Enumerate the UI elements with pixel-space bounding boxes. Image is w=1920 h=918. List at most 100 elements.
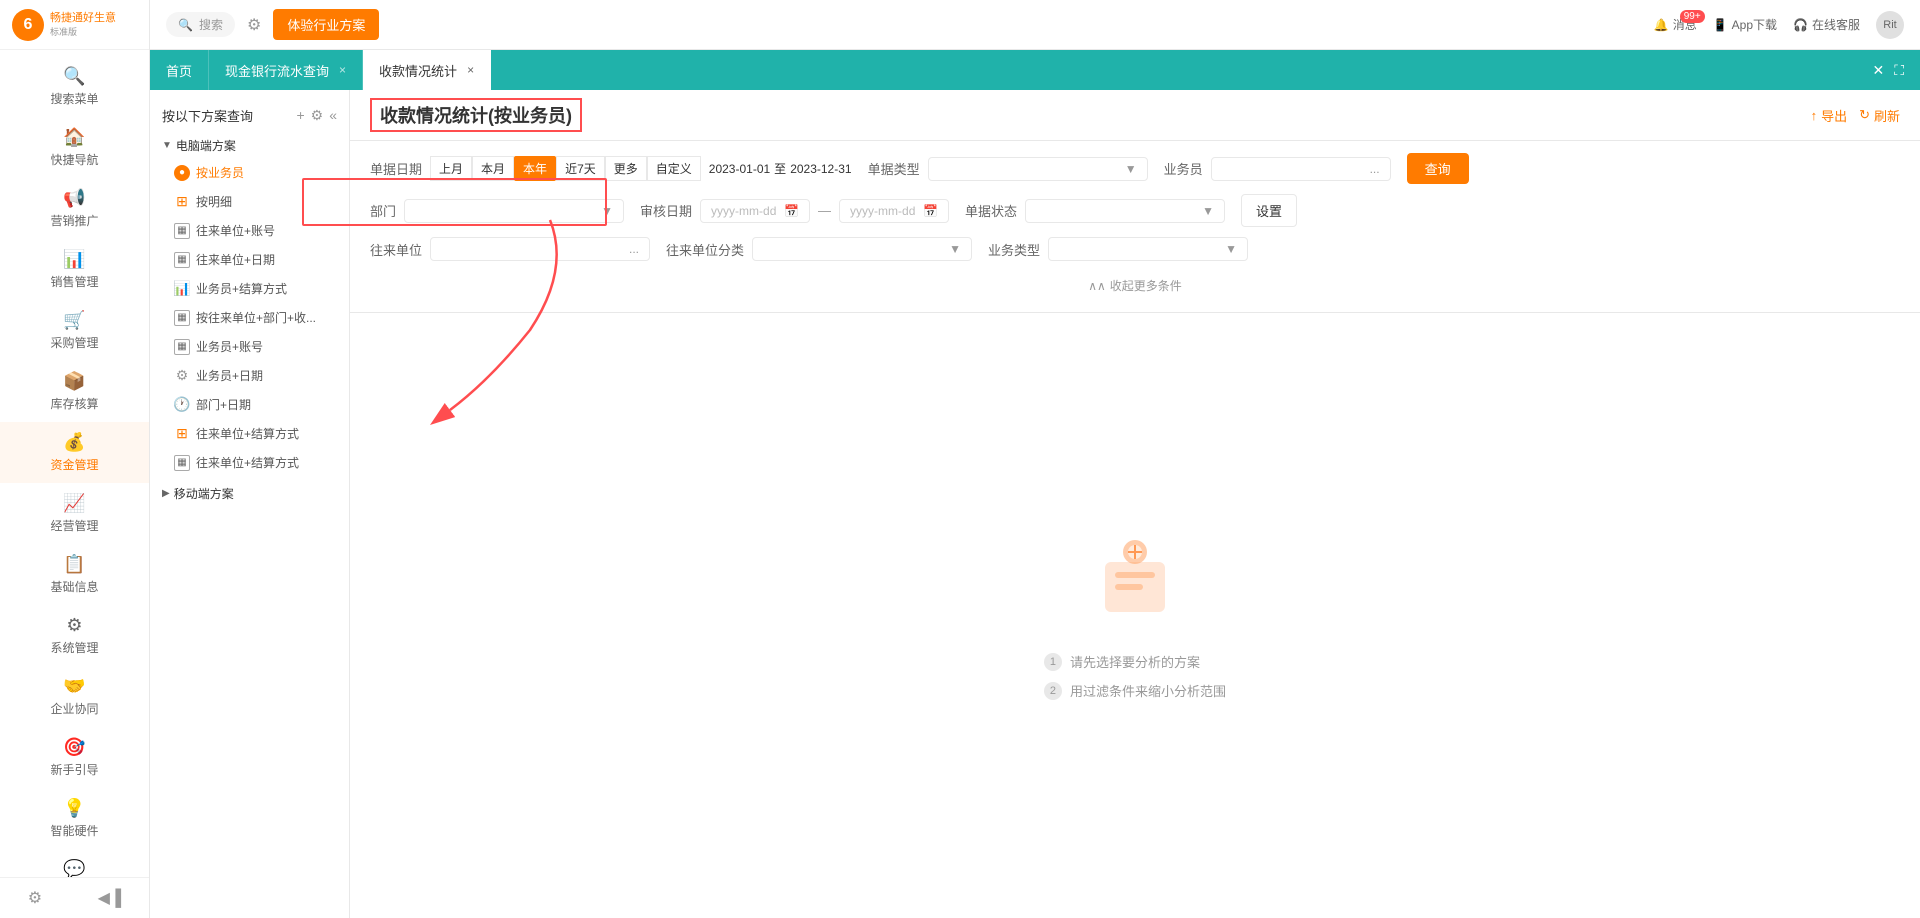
filter-item-doc-type: 单据类型 ▼ bbox=[868, 157, 1148, 181]
plan-settings-btn[interactable]: ⚙ bbox=[311, 107, 324, 124]
sidebar-item-operation[interactable]: 📈 经营管理 bbox=[0, 483, 149, 544]
search-icon: 🔍 bbox=[178, 18, 193, 32]
review-date-from[interactable]: yyyy-mm-dd 📅 bbox=[700, 199, 810, 223]
online-service-btn[interactable]: 🎧 在线客服 bbox=[1793, 16, 1860, 33]
maximize-window-icon[interactable]: ⛶ bbox=[1894, 62, 1904, 79]
logo-text: 畅捷通好生意 标准版 bbox=[50, 11, 116, 38]
plan-item-partner-dept-receipt[interactable]: ▦ 按往来单位+部门+收... bbox=[150, 303, 349, 332]
partner-category-select[interactable]: ▼ bbox=[752, 237, 972, 261]
doc-type-select[interactable]: ▼ bbox=[928, 157, 1148, 181]
review-date-to[interactable]: yyyy-mm-dd 📅 bbox=[839, 199, 949, 223]
tab-home[interactable]: 首页 bbox=[150, 50, 209, 90]
close-window-icon[interactable]: ✕ bbox=[1872, 62, 1884, 79]
basic-icon: 📋 bbox=[63, 554, 85, 575]
left-panel-header: 按以下方案查询 + ⚙ « bbox=[150, 100, 349, 133]
plan-group-mobile-title[interactable]: ▶ 移动端方案 bbox=[150, 481, 349, 506]
topbar-gear-icon[interactable]: ⚙ bbox=[247, 15, 261, 35]
export-icon: ↑ bbox=[1811, 108, 1818, 123]
date-tab-more[interactable]: 更多 bbox=[605, 156, 647, 181]
user-avatar[interactable]: Rit bbox=[1876, 11, 1904, 39]
plan-item-partner-settlement2[interactable]: ⊞ 往来单位+结算方式 bbox=[150, 419, 349, 448]
sidebar-item-basic[interactable]: 📋 基础信息 bbox=[0, 544, 149, 605]
query-btn[interactable]: 查询 bbox=[1407, 153, 1469, 184]
plan-item-by-staff[interactable]: ● 按业务员 bbox=[150, 158, 349, 187]
dept-arrow-icon: ▼ bbox=[601, 204, 613, 218]
sidebar-item-search-menu[interactable]: 🔍 搜索菜单 bbox=[0, 56, 149, 117]
sidebar-item-system[interactable]: ⚙ 系统管理 bbox=[0, 605, 149, 666]
enterprise-icon: 🤝 bbox=[63, 676, 85, 697]
sidebar-item-guide[interactable]: 🎯 新手引导 bbox=[0, 727, 149, 788]
tab-receipt-stats-close[interactable]: × bbox=[467, 63, 474, 77]
biz-type-select[interactable]: ▼ bbox=[1048, 237, 1248, 261]
tab-bank-flow[interactable]: 现金银行流水查询 × bbox=[209, 50, 363, 90]
search-menu-icon: 🔍 bbox=[63, 66, 85, 87]
doc-status-arrow-icon: ▼ bbox=[1202, 204, 1214, 218]
plan-item-staff-account[interactable]: ▦ 业务员+账号 bbox=[150, 332, 349, 361]
partner-more-icon[interactable]: ... bbox=[629, 242, 639, 256]
sidebar-item-finance[interactable]: 💰 资金管理 bbox=[0, 422, 149, 483]
plan-item-icon-by-staff: ● bbox=[174, 165, 190, 181]
message-btn[interactable]: 🔔 消息 99+ bbox=[1654, 16, 1697, 33]
plan-item-staff-settlement[interactable]: 📊 业务员+结算方式 bbox=[150, 274, 349, 303]
plan-item-by-detail[interactable]: ⊞ 按明细 bbox=[150, 187, 349, 216]
settings-btn[interactable]: 设置 bbox=[1241, 194, 1297, 227]
topbar-search[interactable]: 🔍 搜索 bbox=[166, 12, 235, 37]
tab-receipt-stats[interactable]: 收款情况统计 × bbox=[363, 50, 491, 90]
add-plan-btn[interactable]: + bbox=[296, 107, 304, 124]
empty-tip-2: 2 用过滤条件来缩小分析范围 bbox=[1044, 681, 1226, 700]
phone-icon: 📱 bbox=[1713, 18, 1728, 32]
sidebar-item-smart[interactable]: 💡 智能硬件 bbox=[0, 788, 149, 849]
plan-item-staff-date[interactable]: ⚙ 业务员+日期 bbox=[150, 361, 349, 390]
plan-group-desktop: ▼ 电脑端方案 ● 按业务员 ⊞ 按明细 ▦ 往来单位+账号 ▦ 往来单位+ bbox=[150, 133, 349, 477]
date-tab-this-year[interactable]: 本年 bbox=[514, 156, 556, 181]
guide-icon: 🎯 bbox=[63, 737, 85, 758]
tabbar: 首页 现金银行流水查询 × 收款情况统计 × ✕ ⛶ bbox=[150, 50, 1920, 90]
marketing-icon: 📢 bbox=[63, 188, 85, 209]
plan-item-icon-partner-dept-receipt: ▦ bbox=[174, 310, 190, 326]
doc-status-select[interactable]: ▼ bbox=[1025, 199, 1225, 223]
sidebar-item-enterprise[interactable]: 🤝 企业协同 bbox=[0, 666, 149, 727]
plan-item-partner-date[interactable]: ▦ 往来单位+日期 bbox=[150, 245, 349, 274]
date-tab-last-month[interactable]: 上月 bbox=[430, 156, 472, 181]
filter-item-staff: 业务员 ... bbox=[1164, 157, 1391, 181]
empty-illustration bbox=[1085, 532, 1185, 632]
sidebar-item-sales[interactable]: 📊 销售管理 bbox=[0, 239, 149, 300]
sidebar-item-wechat[interactable]: 💬 企业微信 bbox=[0, 849, 149, 877]
date-tab-custom[interactable]: 自定义 bbox=[647, 156, 701, 181]
sidebar-item-purchase[interactable]: 🛒 采购管理 bbox=[0, 300, 149, 361]
filter-item-biz-type: 业务类型 ▼ bbox=[988, 237, 1248, 261]
empty-state: 1 请先选择要分析的方案 2 用过滤条件来缩小分析范围 bbox=[350, 313, 1920, 918]
date-tab-7days[interactable]: 近7天 bbox=[556, 156, 605, 181]
filter-row-3: 往来单位 ... 往来单位分类 ▼ 业务类型 bbox=[370, 237, 1900, 261]
sidebar: 6 畅捷通好生意 标准版 🔍 搜索菜单 🏠 快捷导航 📢 营销推广 📊 销售管理… bbox=[0, 0, 150, 918]
tab-bank-flow-close[interactable]: × bbox=[339, 63, 346, 77]
plan-item-dept-date[interactable]: 🕐 部门+日期 bbox=[150, 390, 349, 419]
sidebar-settings-btn[interactable]: ⚙ bbox=[28, 888, 42, 908]
app-download-btn[interactable]: 📱 App下载 bbox=[1713, 16, 1777, 33]
sidebar-item-inventory[interactable]: 📦 库存核算 bbox=[0, 361, 149, 422]
export-btn[interactable]: ↑ 导出 bbox=[1811, 106, 1848, 125]
purchase-icon: 🛒 bbox=[63, 310, 85, 331]
staff-select[interactable]: ... bbox=[1211, 157, 1391, 181]
plan-item-icon-staff-date: ⚙ bbox=[174, 368, 190, 384]
partner-select[interactable]: ... bbox=[430, 237, 650, 261]
refresh-btn[interactable]: ↻ 刷新 bbox=[1859, 106, 1900, 125]
collapse-filter-btn[interactable]: ∧∧ 收起更多条件 bbox=[370, 271, 1900, 300]
sidebar-collapse-btn[interactable]: ◀▐ bbox=[98, 888, 122, 908]
sidebar-item-quick-nav[interactable]: 🏠 快捷导航 bbox=[0, 117, 149, 178]
plan-item-partner-account[interactable]: ▦ 往来单位+账号 bbox=[150, 216, 349, 245]
staff-more-icon[interactable]: ... bbox=[1370, 162, 1380, 176]
plan-group-desktop-title[interactable]: ▼ 电脑端方案 bbox=[150, 133, 349, 158]
plan-item-icon-partner-settlement2: ⊞ bbox=[174, 426, 190, 442]
sidebar-item-marketing[interactable]: 📢 营销推广 bbox=[0, 178, 149, 239]
left-panel-actions: + ⚙ « bbox=[296, 107, 337, 124]
system-icon: ⚙ bbox=[66, 615, 82, 636]
collapse-panel-btn[interactable]: « bbox=[329, 107, 337, 124]
plan-item-partner-settlement3[interactable]: ▦ 往来单位+结算方式 bbox=[150, 448, 349, 477]
main-area: 🔍 搜索 ⚙ 体验行业方案 🔔 消息 99+ 📱 App下载 🎧 在线客服 Ri… bbox=[150, 0, 1920, 918]
operation-icon: 📈 bbox=[63, 493, 85, 514]
dept-select[interactable]: ▼ bbox=[404, 199, 624, 223]
trial-btn[interactable]: 体验行业方案 bbox=[273, 9, 379, 40]
page-header-actions: ↑ 导出 ↻ 刷新 bbox=[1811, 106, 1900, 125]
date-tab-this-month[interactable]: 本月 bbox=[472, 156, 514, 181]
